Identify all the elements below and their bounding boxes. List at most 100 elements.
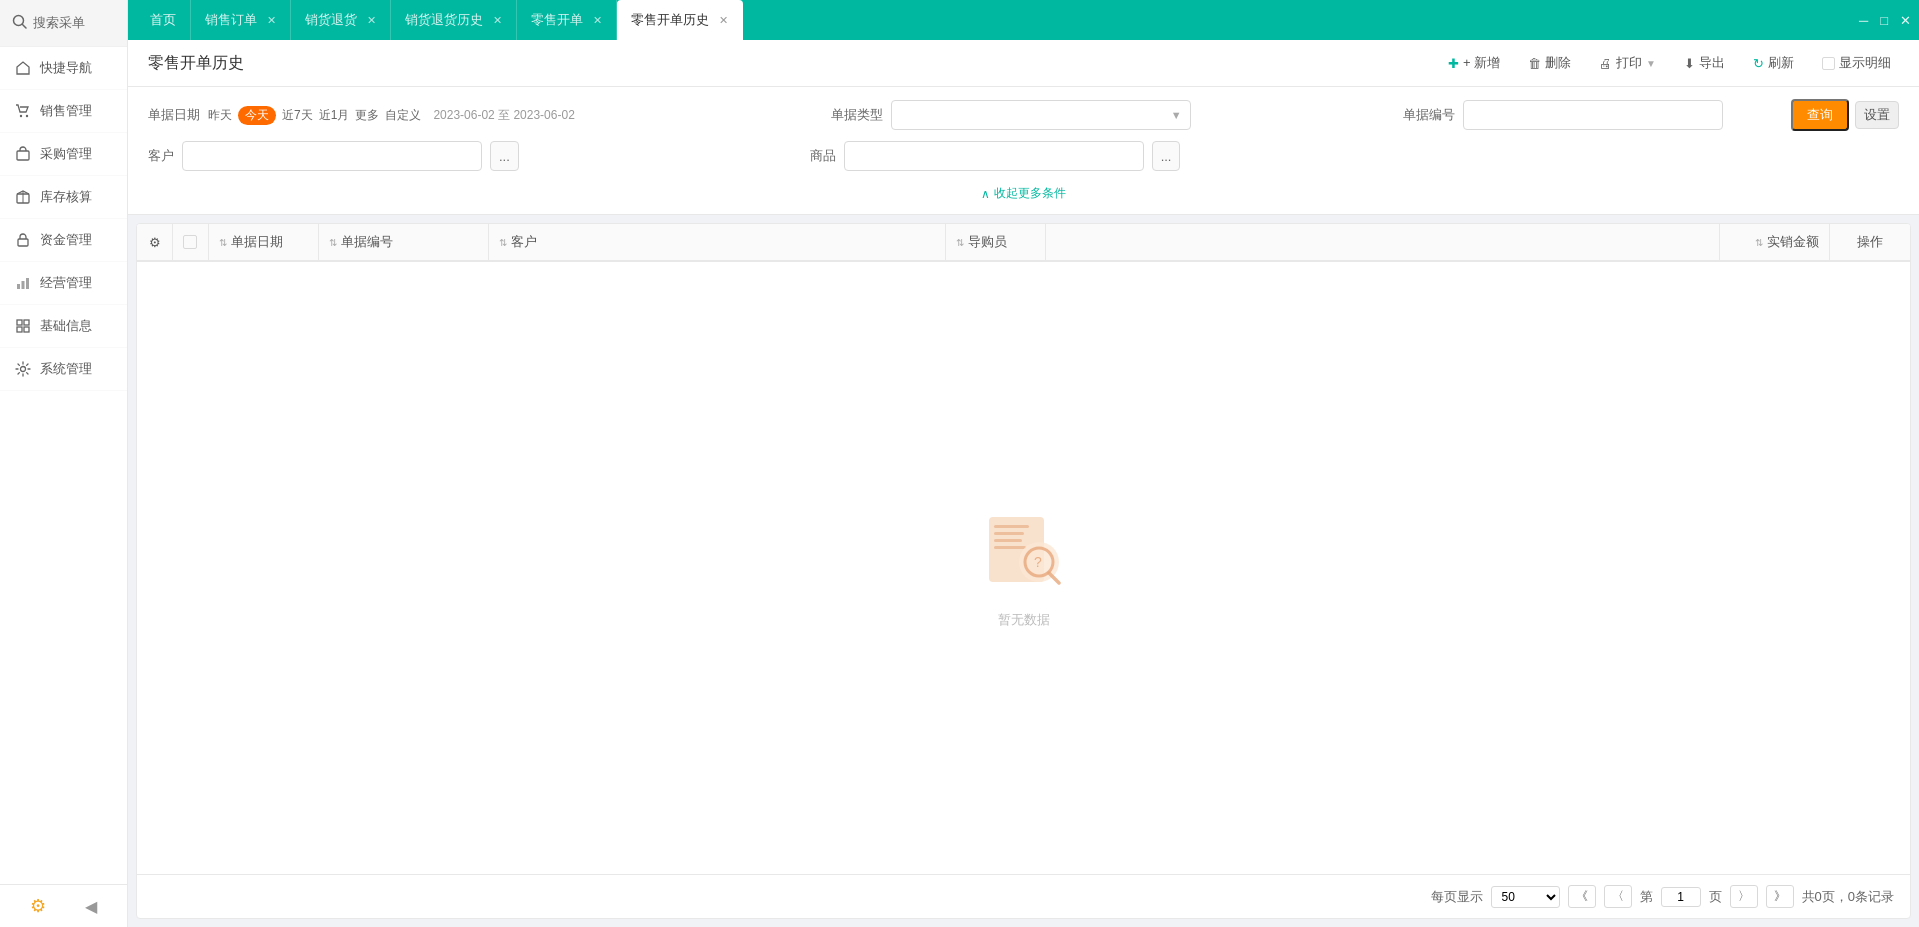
tab-close-icon[interactable]: ✕ [493,14,502,27]
prev-page-btn[interactable]: 〈 [1604,885,1632,908]
tab-close-icon[interactable]: ✕ [593,14,602,27]
filter-row-2: 客户 ... 商品 ... [148,141,1899,171]
svg-rect-14 [24,327,29,332]
th-settings[interactable]: ⚙ [137,224,173,260]
sidebar-item-finance[interactable]: 资金管理 [0,219,127,262]
tab-sales-return[interactable]: 销货退货 ✕ [291,0,391,40]
date-custom-btn[interactable]: 自定义 [385,107,421,124]
add-btn[interactable]: ✚ + 新增 [1440,50,1508,76]
settings-footer-btn[interactable]: ⚙ [30,895,46,917]
sidebar-item-sys-mgmt[interactable]: 系统管理 [0,348,127,391]
sidebar-search[interactable]: 搜索采单 [0,0,127,47]
th-amount[interactable]: ⇅ 实销金额 [1720,224,1830,260]
customer-input[interactable] [182,141,482,171]
grid-icon [14,317,32,335]
sidebar-search-label: 搜索采单 [33,14,85,32]
next-page-btn[interactable]: 〉 [1730,885,1758,908]
date-more-btn[interactable]: 更多 [355,107,379,124]
svg-rect-12 [24,320,29,325]
table-settings-icon[interactable]: ⚙ [149,235,161,250]
date-yesterday-btn[interactable]: 昨天 [208,107,232,124]
sidebar-item-basic-info[interactable]: 基础信息 [0,305,127,348]
tab-home-label: 首页 [150,11,176,29]
pagination: 每页显示 50 10 20 100 《 〈 第 页 〉 》 共0页，0条记录 [137,874,1910,918]
goods-filter: 商品 ... [810,141,1452,171]
refresh-btn[interactable]: ↻ 刷新 [1745,50,1802,76]
table-header: ⚙ ⇅ 单据日期 ⇅ 单据编号 ⇅ 客户 ⇅ [137,224,1910,262]
date-quicklinks: 昨天 今天 近7天 近1月 更多 自定义 [208,106,421,125]
svg-text:?: ? [1034,554,1042,570]
total-info: 共0页，0条记录 [1802,888,1894,906]
main-area: 首页 销售订单 ✕ 销货退货 ✕ 销货退货历史 ✕ 零售开单 ✕ 零售开单历史 … [128,0,1919,927]
sidebar-item-purchase-mgmt[interactable]: 采购管理 [0,133,127,176]
tab-home[interactable]: 首页 [136,0,191,40]
chart-icon [14,274,32,292]
th-customer[interactable]: ⇅ 客户 [489,224,946,260]
th-date[interactable]: ⇅ 单据日期 [209,224,319,260]
svg-rect-17 [994,525,1029,528]
collapse-bar[interactable]: ∧ 收起更多条件 [148,181,1899,202]
toolbar: ✚ + 新增 🗑 删除 🖨 打印 ▼ ⬇ 导出 ↻ [1440,50,1899,76]
query-btn[interactable]: 查询 [1791,99,1849,131]
maximize-btn[interactable]: □ [1880,13,1888,28]
print-chevron-icon: ▼ [1646,58,1656,69]
date-today-btn[interactable]: 今天 [238,106,276,125]
tabs-bar-right: ─ □ ✕ [1859,13,1911,28]
close-btn[interactable]: ✕ [1900,13,1911,28]
sort-icon: ⇅ [219,237,227,248]
th-ops-label: 操作 [1857,233,1883,251]
date-month-btn[interactable]: 近1月 [319,107,350,124]
collapse-footer-btn[interactable]: ◀ [85,897,97,916]
customer-filter: 客户 ... [148,141,790,171]
tab-sales-order[interactable]: 销售订单 ✕ [191,0,291,40]
empty-illustration: ? [974,507,1074,597]
sidebar-item-quick-nav[interactable]: 快捷导航 [0,47,127,90]
sidebar-item-sales-mgmt[interactable]: 销售管理 [0,90,127,133]
svg-point-2 [20,115,22,117]
gear-icon [14,360,32,378]
date-7days-btn[interactable]: 近7天 [282,107,313,124]
customer-ellipsis-btn[interactable]: ... [490,141,519,171]
tab-close-icon[interactable]: ✕ [267,14,276,27]
th-num-label: 单据编号 [341,233,393,251]
select-all-checkbox[interactable] [183,235,197,249]
svg-rect-4 [17,151,29,160]
tab-close-icon[interactable]: ✕ [367,14,376,27]
sidebar-item-label: 系统管理 [40,360,92,378]
last-page-btn[interactable]: 》 [1766,885,1794,908]
date-range-display: 2023-06-02 至 2023-06-02 [433,107,574,124]
goods-ellipsis-btn[interactable]: ... [1152,141,1181,171]
th-checkbox[interactable] [173,224,209,260]
tab-retail-open[interactable]: 零售开单 ✕ [517,0,617,40]
tab-sales-return-label: 销货退货 [305,11,357,29]
sidebar-item-label: 快捷导航 [40,59,92,77]
sidebar-item-inventory[interactable]: 库存核算 [0,176,127,219]
page-number-input[interactable] [1661,887,1701,907]
first-page-btn[interactable]: 《 [1568,885,1596,908]
customer-label: 客户 [148,147,174,165]
num-input[interactable] [1463,100,1723,130]
minimize-btn[interactable]: ─ [1859,13,1868,28]
filter-row-1: 单据日期 昨天 今天 近7天 近1月 更多 自定义 2023-06-02 至 2… [148,99,1899,131]
goods-input[interactable] [844,141,1144,171]
display-detail-btn[interactable]: 显示明细 [1814,50,1899,76]
settings-filter-btn[interactable]: 设置 [1855,101,1899,129]
type-select[interactable]: ▼ [891,100,1191,130]
export-btn[interactable]: ⬇ 导出 [1676,50,1733,76]
delete-btn[interactable]: 🗑 删除 [1520,50,1579,76]
per-page-select[interactable]: 50 10 20 100 [1491,886,1560,908]
type-label: 单据类型 [831,106,883,124]
th-num[interactable]: ⇅ 单据编号 [319,224,489,260]
sort-icon: ⇅ [329,237,337,248]
print-btn[interactable]: 🖨 打印 ▼ [1591,50,1664,76]
empty-state: ? 暂无数据 [137,262,1910,874]
sidebar-item-label: 资金管理 [40,231,92,249]
display-detail-checkbox[interactable] [1822,57,1835,70]
svg-point-15 [21,367,26,372]
tab-retail-history[interactable]: 零售开单历史 ✕ [617,0,743,40]
tab-close-icon[interactable]: ✕ [719,14,728,27]
th-guide[interactable]: ⇅ 导购员 [946,224,1046,260]
svg-rect-8 [17,284,20,289]
tab-sales-return-history[interactable]: 销货退货历史 ✕ [391,0,517,40]
sidebar-item-operation[interactable]: 经营管理 [0,262,127,305]
